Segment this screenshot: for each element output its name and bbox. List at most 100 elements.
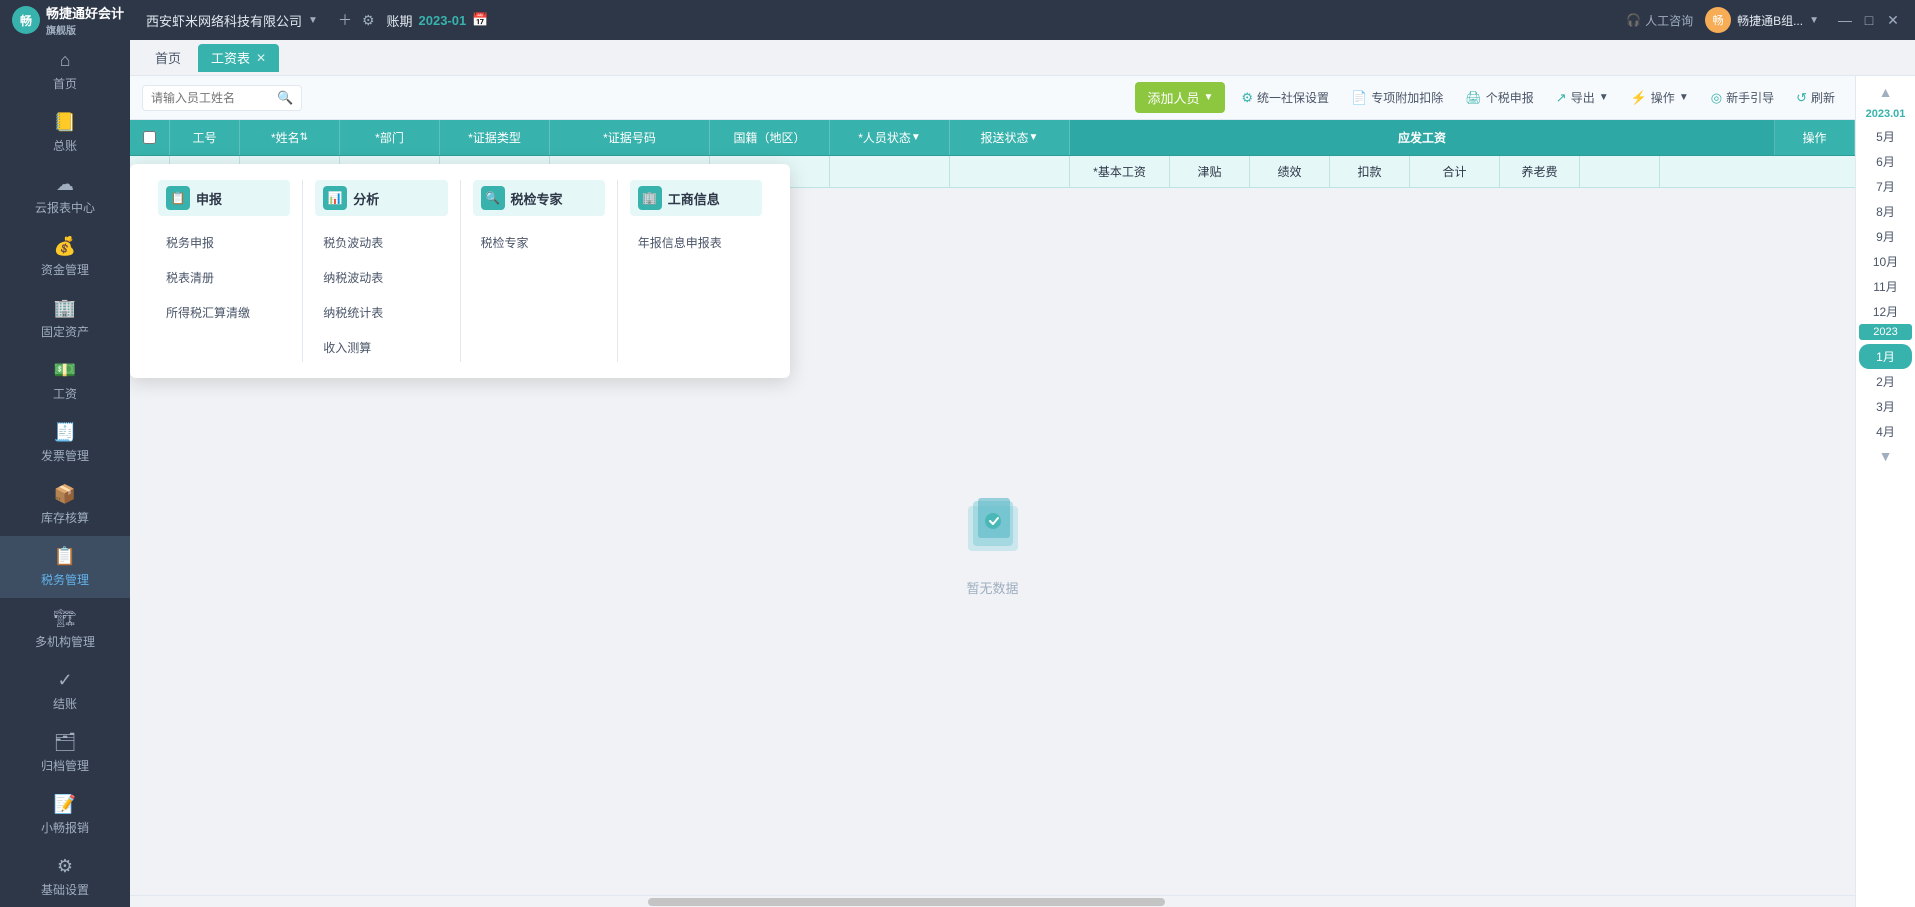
dropdown-item-tax-paid[interactable]: 纳税波动表 <box>315 263 447 292</box>
th-sub-pension: 养老费 <box>1500 156 1580 187</box>
sort-icon-name[interactable]: ⇅ <box>300 132 308 143</box>
ledger-icon: 📒 <box>54 112 76 133</box>
th-checkbox[interactable] <box>130 120 170 155</box>
th-report[interactable]: 报送状态 ▼ <box>950 120 1070 155</box>
sidebar-item-promo[interactable]: 📝 小畅报销 <box>0 784 130 846</box>
analysis-section-icon: 📊 <box>323 186 347 210</box>
calendar-month-9[interactable]: 9月 <box>1859 224 1912 249</box>
calendar-month-11[interactable]: 11月 <box>1859 274 1912 299</box>
help-button[interactable]: 🎧 人工咨询 <box>1626 12 1693 29</box>
calendar-icon[interactable]: 📅 <box>472 12 488 28</box>
minimize-button[interactable]: — <box>1835 10 1855 30</box>
sidebar-item-salary[interactable]: 💵 工资 <box>0 350 130 412</box>
sidebar-item-assets[interactable]: 🏢 固定资产 <box>0 288 130 350</box>
scrollbar-thumb[interactable] <box>648 898 1166 906</box>
refresh-btn[interactable]: ↺ 刷新 <box>1788 85 1843 110</box>
tax-declaration-btn[interactable]: 🖨 个税申报 <box>1457 85 1542 110</box>
calendar-month-6[interactable]: 6月 <box>1859 149 1912 174</box>
settings-gear-icon: ⚙ <box>57 856 73 877</box>
table-header: 工号 *姓名 ⇅ *部门 *证据类型 *证据号码 <box>130 120 1855 156</box>
close-window-button[interactable]: ✕ <box>1883 10 1903 30</box>
section-header-expert: 🔍 税检专家 <box>473 180 605 216</box>
th-name[interactable]: *姓名 ⇅ <box>240 120 340 155</box>
dropdown-item-income-tax-calc[interactable]: 所得税汇算清缴 <box>158 298 290 327</box>
sidebar-item-closing[interactable]: ✓ 结账 <box>0 660 130 722</box>
tabs-bar: 首页 工资表 ✕ <box>130 40 1915 76</box>
calendar-month-12[interactable]: 12月 <box>1859 299 1912 324</box>
archive-icon: 🗂 <box>54 732 77 753</box>
calendar-down-arrow[interactable]: ▼ <box>1875 444 1897 468</box>
sidebar-item-home[interactable]: ⌂ 首页 <box>0 40 130 102</box>
toolbar-area: 🔍 添加人员 ▼ ⚙ 统一社保设置 📄 专项附加扣除 <box>130 76 1855 907</box>
dropdown-item-tax-stat[interactable]: 纳税统计表 <box>315 298 447 327</box>
sidebar-item-funds[interactable]: 💰 资金管理 <box>0 226 130 288</box>
user-dropdown-arrow[interactable]: ▼ <box>1809 15 1819 26</box>
salary-icon: 💵 <box>54 360 76 381</box>
company-dropdown-arrow[interactable]: ▼ <box>308 15 318 26</box>
operations-dropdown-arrow: ▼ <box>1679 92 1689 103</box>
sidebar-item-cloud[interactable]: ☁ 云报表中心 <box>0 164 130 226</box>
sidebar-item-multi[interactable]: 🏗 多机构管理 <box>0 598 130 660</box>
calendar-month-1[interactable]: 1月 <box>1859 344 1912 369</box>
calendar-month-5[interactable]: 5月 <box>1859 124 1912 149</box>
th-country: 国籍（地区） <box>710 120 830 155</box>
search-input[interactable] <box>151 91 271 105</box>
funds-icon: 💰 <box>54 236 76 257</box>
dropdown-item-tax-burden[interactable]: 税负波动表 <box>315 228 447 257</box>
social-insurance-btn[interactable]: ⚙ 统一社保设置 <box>1233 85 1337 110</box>
new-guide-btn[interactable]: ◎ 新手引导 <box>1703 85 1782 110</box>
calendar-up-arrow[interactable]: ▲ <box>1875 80 1897 104</box>
home-icon: ⌂ <box>60 50 71 71</box>
operations-btn[interactable]: ⚡ 操作 ▼ <box>1623 85 1697 110</box>
th-sub-perf: 绩效 <box>1250 156 1330 187</box>
export-icon: ↗ <box>1556 90 1567 106</box>
sidebar-item-ledger[interactable]: 📒 总账 <box>0 102 130 164</box>
dropdown-item-tax-check[interactable]: 税检专家 <box>473 228 605 257</box>
sidebar-item-invoice[interactable]: 🧾 发票管理 <box>0 412 130 474</box>
settings-icon[interactable]: ⚙ <box>362 12 375 29</box>
new-guide-icon: ◎ <box>1711 90 1722 106</box>
calendar-month-4[interactable]: 4月 <box>1859 419 1912 444</box>
special-deduct-icon: 📄 <box>1351 90 1367 106</box>
period-header: 2023.01 <box>1866 108 1906 120</box>
toolbar-actions: ⚙ 统一社保设置 📄 专项附加扣除 🖨 个税申报 ↗ <box>1233 85 1843 110</box>
search-box: 🔍 <box>142 85 302 111</box>
calendar-month-8[interactable]: 8月 <box>1859 199 1912 224</box>
dropdown-item-tax-table[interactable]: 税表清册 <box>158 263 290 292</box>
add-dropdown-arrow: ▼ <box>1203 92 1213 103</box>
scrollbar-area[interactable] <box>130 895 1855 907</box>
sidebar-item-tax[interactable]: 📋 税务管理 <box>0 536 130 598</box>
invoice-icon: 🧾 <box>54 422 76 443</box>
calendar-month-3[interactable]: 3月 <box>1859 394 1912 419</box>
calendar-month-7[interactable]: 7月 <box>1859 174 1912 199</box>
th-status[interactable]: *人员状态 ▼ <box>830 120 950 155</box>
maximize-button[interactable]: □ <box>1859 10 1879 30</box>
add-person-button[interactable]: 添加人员 ▼ <box>1135 82 1225 113</box>
th-sub-report <box>950 156 1070 187</box>
multi-icon: 🏗 <box>54 608 77 629</box>
dropdown-item-tax-declare[interactable]: 税务申报 <box>158 228 290 257</box>
special-deduct-btn[interactable]: 📄 专项附加扣除 <box>1343 85 1451 110</box>
export-btn[interactable]: ↗ 导出 ▼ <box>1548 85 1617 110</box>
search-icon[interactable]: 🔍 <box>277 90 293 106</box>
headset-icon: 🎧 <box>1626 13 1641 27</box>
tab-close-button[interactable]: ✕ <box>256 51 266 65</box>
sidebar-item-archive[interactable]: 🗂 归档管理 <box>0 722 130 784</box>
promo-icon: 📝 <box>54 794 76 815</box>
dropdown-item-annual-report[interactable]: 年报信息申报表 <box>630 228 762 257</box>
add-icon[interactable]: ＋ <box>338 10 352 30</box>
period-selector[interactable]: 账期 2023-01 📅 <box>387 11 489 30</box>
sidebar-item-inventory[interactable]: 📦 库存核算 <box>0 474 130 536</box>
th-salary-group: 应发工资 <box>1070 120 1775 155</box>
user-info[interactable]: 畅 畅捷通B组... ▼ <box>1705 7 1819 33</box>
filter-icon-status[interactable]: ▼ <box>911 132 921 143</box>
calendar-month-2[interactable]: 2月 <box>1859 369 1912 394</box>
sidebar-item-settings[interactable]: ⚙ 基础设置 <box>0 846 130 907</box>
calendar-month-10[interactable]: 10月 <box>1859 249 1912 274</box>
company-selector[interactable]: 西安虾米网络科技有限公司 ▼ <box>146 11 318 30</box>
tab-salary-table[interactable]: 工资表 ✕ <box>198 44 279 72</box>
filter-icon-report[interactable]: ▼ <box>1029 132 1039 143</box>
select-all-checkbox[interactable] <box>143 131 156 144</box>
dropdown-item-income-calc[interactable]: 收入测算 <box>315 333 447 362</box>
tab-home[interactable]: 首页 <box>142 44 194 72</box>
